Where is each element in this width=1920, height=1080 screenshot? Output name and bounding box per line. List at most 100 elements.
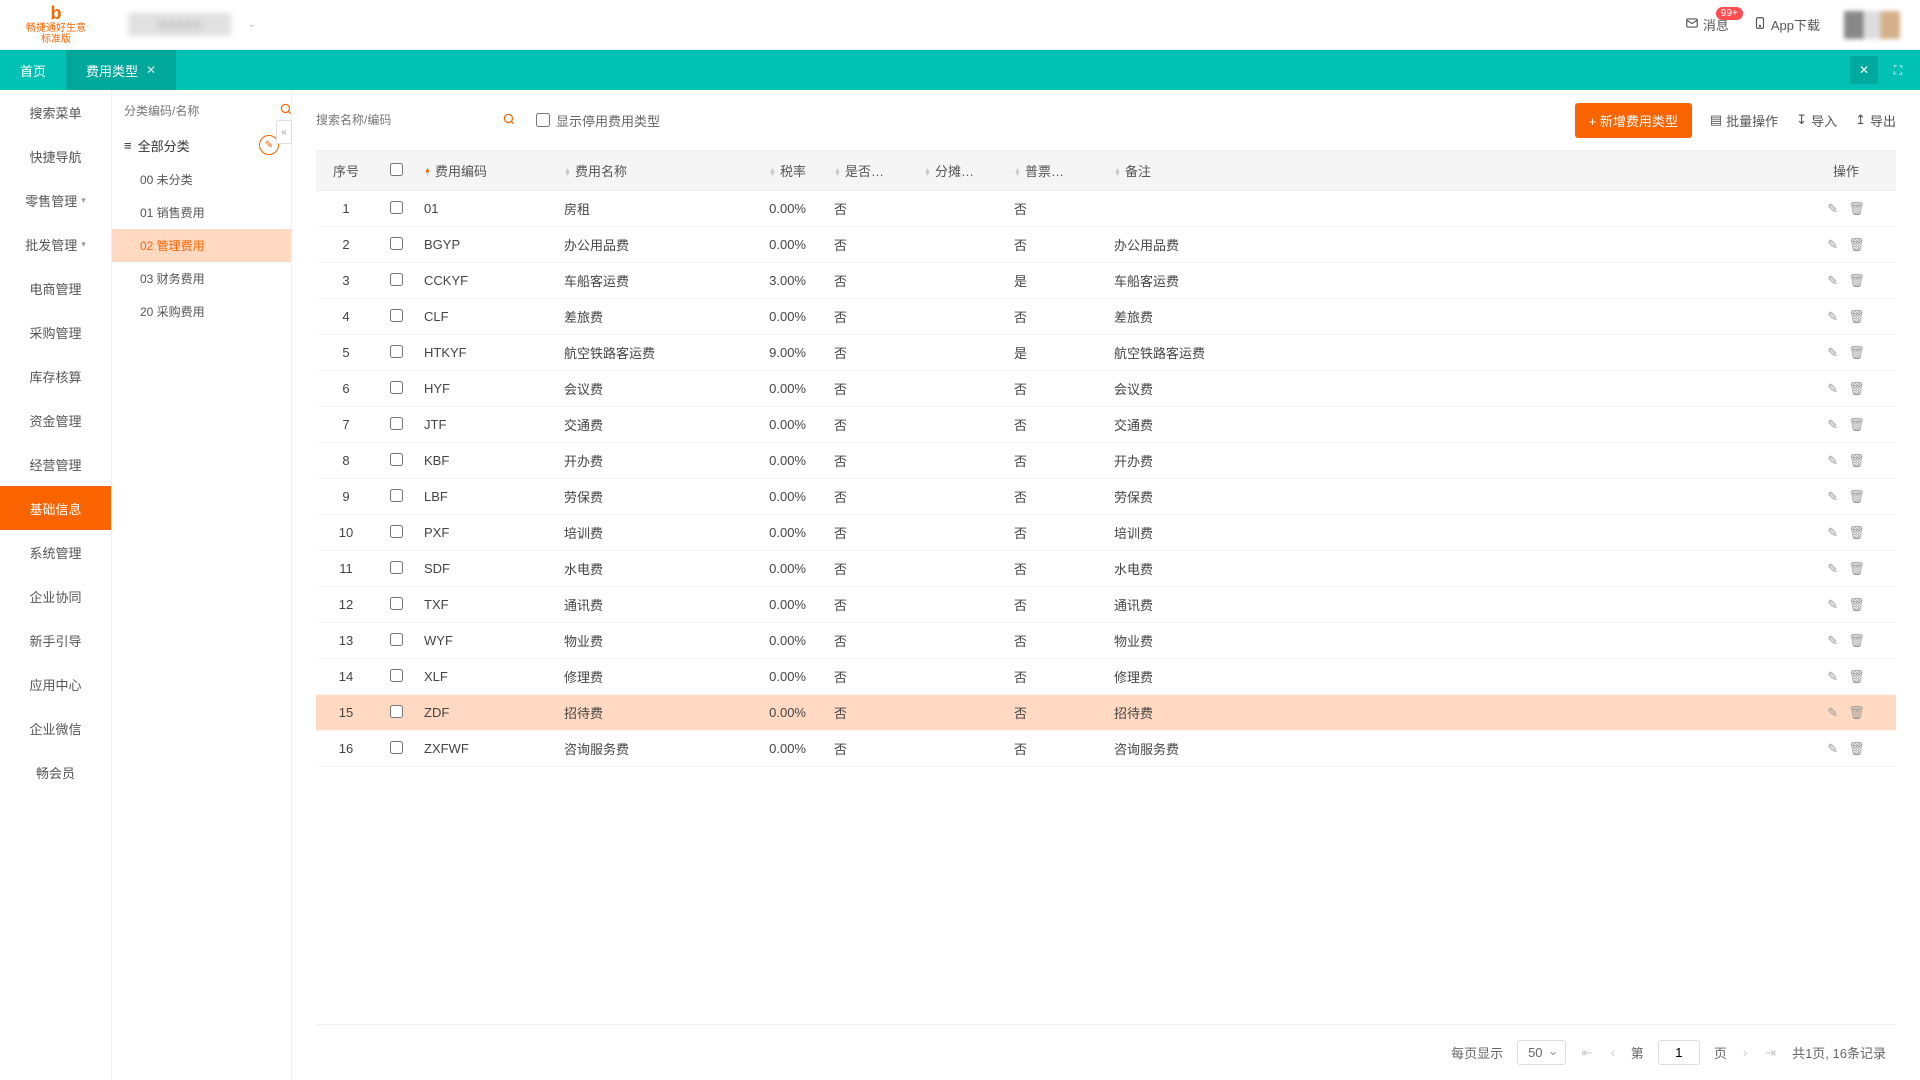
edit-icon[interactable]: ✎ xyxy=(1827,561,1838,577)
edit-icon[interactable]: ✎ xyxy=(1827,489,1838,505)
delete-icon[interactable]: 🗑 xyxy=(1848,453,1865,469)
sidebar-item-2[interactable]: 零售管理▾ xyxy=(0,178,111,222)
category-item-0[interactable]: 00 未分类 xyxy=(112,163,291,196)
delete-icon[interactable]: 🗑 xyxy=(1848,381,1865,397)
search-input[interactable] xyxy=(316,113,502,127)
row-checkbox[interactable] xyxy=(390,597,403,610)
sidebar-item-7[interactable]: 资金管理 xyxy=(0,398,111,442)
sidebar-item-8[interactable]: 经营管理 xyxy=(0,442,111,486)
table-row[interactable]: 7JTF交通费0.00%否否交通费✎🗑 xyxy=(316,407,1896,443)
edit-icon[interactable]: ✎ xyxy=(1827,345,1838,361)
table-row[interactable]: 15ZDF招待费0.00%否否招待费✎🗑 xyxy=(316,695,1896,731)
delete-icon[interactable]: 🗑 xyxy=(1848,345,1865,361)
row-checkbox[interactable] xyxy=(390,741,403,754)
table-row[interactable]: 6HYF会议费0.00%否否会议费✎🗑 xyxy=(316,371,1896,407)
col-ticket[interactable]: ▲▼普票… xyxy=(1006,151,1106,191)
edit-icon[interactable]: ✎ xyxy=(1827,309,1838,325)
row-checkbox[interactable] xyxy=(390,345,403,358)
category-search-input[interactable] xyxy=(124,104,279,118)
delete-icon[interactable]: 🗑 xyxy=(1848,561,1865,577)
org-selector[interactable]: XXXXX ⌄ xyxy=(128,13,256,36)
edit-icon[interactable]: ✎ xyxy=(1827,705,1838,721)
table-row[interactable]: 12TXF通讯费0.00%否否通讯费✎🗑 xyxy=(316,587,1896,623)
col-seq[interactable]: 序号 xyxy=(316,151,376,191)
sidebar-item-5[interactable]: 采购管理 xyxy=(0,310,111,354)
row-checkbox[interactable] xyxy=(390,201,403,214)
import-button[interactable]: ↧ 导入 xyxy=(1796,111,1837,130)
row-checkbox[interactable] xyxy=(390,453,403,466)
close-all-tabs-button[interactable]: ✕ xyxy=(1850,56,1878,84)
edit-icon[interactable]: ✎ xyxy=(1827,669,1838,685)
col-remark[interactable]: ▲▼备注 xyxy=(1106,151,1796,191)
table-row[interactable]: 8KBF开办费0.00%否否开办费✎🗑 xyxy=(316,443,1896,479)
table-row[interactable]: 10PXF培训费0.00%否否培训费✎🗑 xyxy=(316,515,1896,551)
batch-ops-button[interactable]: ▤ 批量操作 xyxy=(1710,111,1778,130)
delete-icon[interactable]: 🗑 xyxy=(1848,489,1865,505)
table-row[interactable]: 4CLF差旅费0.00%否否差旅费✎🗑 xyxy=(316,299,1896,335)
col-rate[interactable]: ▲▼税率 xyxy=(736,151,826,191)
search-icon[interactable] xyxy=(502,112,516,129)
sidebar-item-13[interactable]: 应用中心 xyxy=(0,662,111,706)
app-download-button[interactable]: App下载 xyxy=(1753,15,1820,34)
show-disabled-checkbox[interactable]: 显示停用费用类型 xyxy=(536,111,660,130)
delete-icon[interactable]: 🗑 xyxy=(1848,273,1865,289)
table-row[interactable]: 16ZXFWF咨询服务费0.00%否否咨询服务费✎🗑 xyxy=(316,731,1896,767)
sidebar-item-4[interactable]: 电商管理 xyxy=(0,266,111,310)
edit-icon[interactable]: ✎ xyxy=(1827,273,1838,289)
col-isx[interactable]: ▲▼是否… xyxy=(826,151,916,191)
sidebar-item-0[interactable]: 搜索菜单 xyxy=(0,90,111,134)
select-all-checkbox[interactable] xyxy=(390,163,403,176)
table-row[interactable]: 2BGYP办公用品费0.00%否否办公用品费✎🗑 xyxy=(316,227,1896,263)
sidebar-item-1[interactable]: 快捷导航 xyxy=(0,134,111,178)
next-page-button[interactable]: › xyxy=(1741,1045,1749,1060)
table-row[interactable]: 101房租0.00%否否✎🗑 xyxy=(316,191,1896,227)
row-checkbox[interactable] xyxy=(390,237,403,250)
fullscreen-icon[interactable]: ⛶ xyxy=(1884,56,1912,84)
delete-icon[interactable]: 🗑 xyxy=(1848,201,1865,217)
collapse-panel-button[interactable]: « xyxy=(276,120,292,144)
category-item-4[interactable]: 20 采购费用 xyxy=(112,295,291,328)
search-icon[interactable] xyxy=(279,102,293,119)
delete-icon[interactable]: 🗑 xyxy=(1848,669,1865,685)
sidebar-item-12[interactable]: 新手引导 xyxy=(0,618,111,662)
add-fee-type-button[interactable]: + 新增费用类型 xyxy=(1575,103,1692,138)
sidebar-item-14[interactable]: 企业微信 xyxy=(0,706,111,750)
sidebar-item-15[interactable]: 畅会员 xyxy=(0,750,111,794)
last-page-button[interactable]: ⇥ xyxy=(1763,1045,1778,1061)
tab-fee-type[interactable]: 费用类型 ✕ xyxy=(66,50,176,90)
delete-icon[interactable]: 🗑 xyxy=(1848,597,1865,613)
first-page-button[interactable]: ⇤ xyxy=(1580,1045,1595,1061)
prev-page-button[interactable]: ‹ xyxy=(1608,1045,1616,1060)
sidebar-item-3[interactable]: 批发管理▾ xyxy=(0,222,111,266)
edit-icon[interactable]: ✎ xyxy=(1827,381,1838,397)
table-row[interactable]: 11SDF水电费0.00%否否水电费✎🗑 xyxy=(316,551,1896,587)
row-checkbox[interactable] xyxy=(390,525,403,538)
delete-icon[interactable]: 🗑 xyxy=(1848,705,1865,721)
row-checkbox[interactable] xyxy=(390,417,403,430)
show-disabled-input[interactable] xyxy=(536,113,550,127)
table-row[interactable]: 14XLF修理费0.00%否否修理费✎🗑 xyxy=(316,659,1896,695)
category-item-2[interactable]: 02 管理费用 xyxy=(112,229,291,262)
category-item-1[interactable]: 01 销售费用 xyxy=(112,196,291,229)
table-row[interactable]: 3CCKYF车船客运费3.00%否是车船客运费✎🗑 xyxy=(316,263,1896,299)
row-checkbox[interactable] xyxy=(390,561,403,574)
table-row[interactable]: 5HTKYF航空铁路客运费9.00%否是航空铁路客运费✎🗑 xyxy=(316,335,1896,371)
edit-icon[interactable]: ✎ xyxy=(1827,525,1838,541)
row-checkbox[interactable] xyxy=(390,633,403,646)
sidebar-item-11[interactable]: 企业协同 xyxy=(0,574,111,618)
table-row[interactable]: 13WYF物业费0.00%否否物业费✎🗑 xyxy=(316,623,1896,659)
edit-icon[interactable]: ✎ xyxy=(1827,597,1838,613)
sidebar-item-9[interactable]: 基础信息 xyxy=(0,486,111,530)
table-row[interactable]: 9LBF劳保费0.00%否否劳保费✎🗑 xyxy=(316,479,1896,515)
row-checkbox[interactable] xyxy=(390,705,403,718)
user-avatar[interactable] xyxy=(1844,11,1900,39)
delete-icon[interactable]: 🗑 xyxy=(1848,741,1865,757)
tab-home[interactable]: 首页 xyxy=(0,50,66,90)
row-checkbox[interactable] xyxy=(390,381,403,394)
row-checkbox[interactable] xyxy=(390,273,403,286)
col-alloc[interactable]: ▲▼分摊… xyxy=(916,151,1006,191)
page-input[interactable] xyxy=(1658,1040,1700,1065)
messages-button[interactable]: 消息 99+ xyxy=(1685,15,1729,34)
delete-icon[interactable]: 🗑 xyxy=(1848,633,1865,649)
export-button[interactable]: ↥ 导出 xyxy=(1855,111,1896,130)
